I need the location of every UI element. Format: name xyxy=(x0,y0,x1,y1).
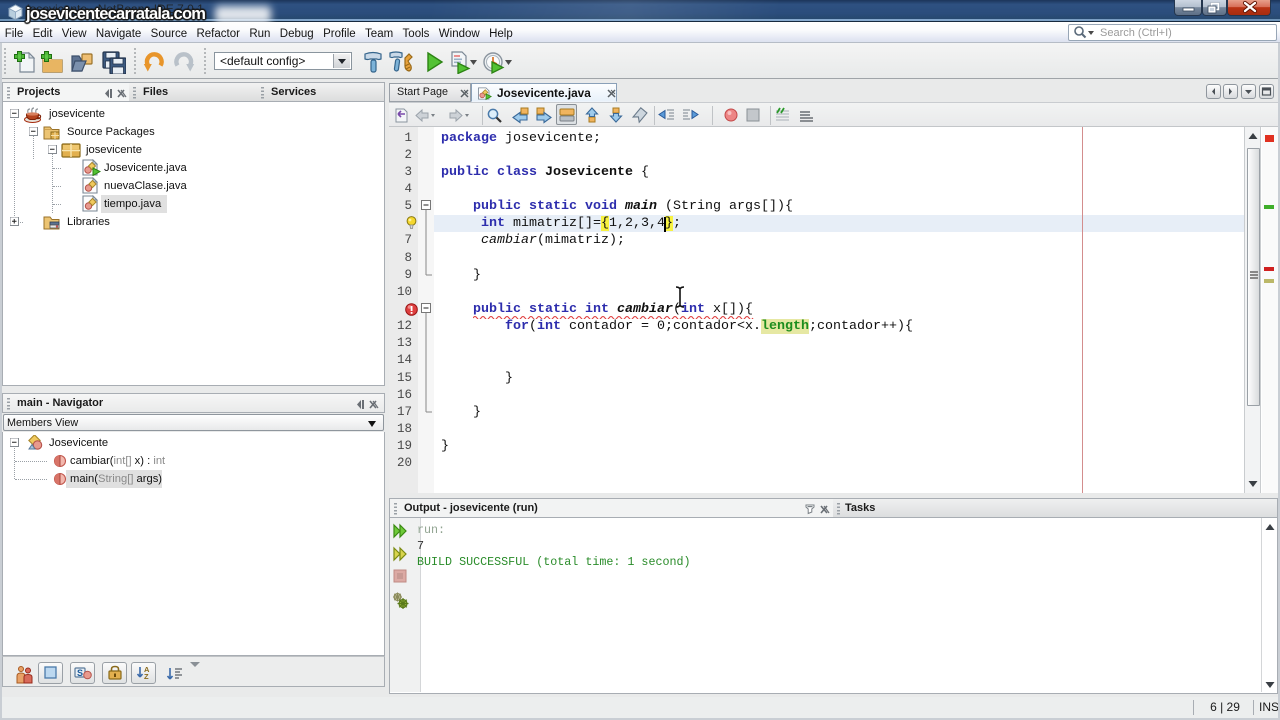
svg-text:Z: Z xyxy=(144,672,149,680)
svg-text:S: S xyxy=(77,668,83,678)
